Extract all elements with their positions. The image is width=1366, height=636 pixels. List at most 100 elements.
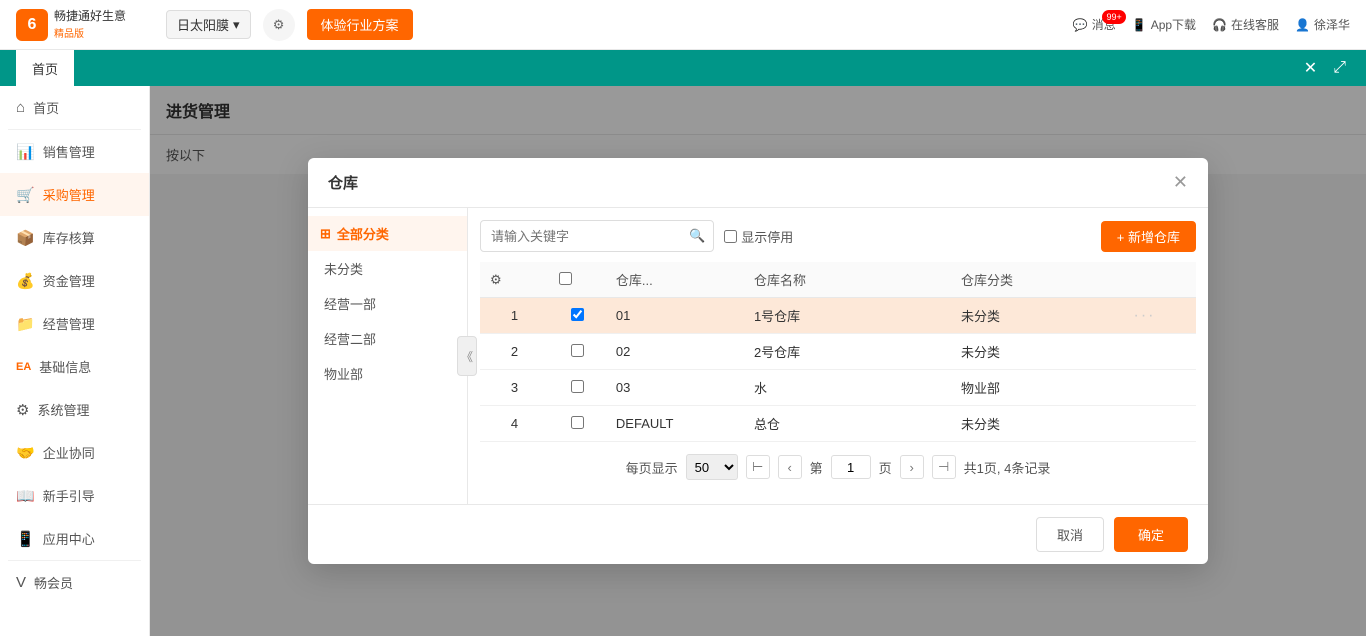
- row-code: 02: [606, 334, 744, 370]
- sidebar-item-guide[interactable]: 📖 新手引导: [0, 474, 149, 517]
- sidebar-label-operations: 经营管理: [43, 314, 95, 333]
- total-info: 共1页, 4条记录: [964, 458, 1051, 477]
- row-more-icon[interactable]: ···: [1134, 307, 1156, 324]
- sidebar-item-home[interactable]: ⌂ 首页: [0, 86, 149, 129]
- category-item-ops1[interactable]: 经营一部: [308, 286, 467, 321]
- category-all-label: 全部分类: [337, 224, 389, 243]
- category-item-uncategorized[interactable]: 未分类: [308, 251, 467, 286]
- branch-name: 日太阳膜: [177, 15, 229, 34]
- trial-button[interactable]: 体验行业方案: [307, 9, 413, 40]
- enterprise-icon: 🤝: [16, 444, 35, 462]
- warehouse-table: ⚙ 仓库... 仓库名称 仓库分类: [480, 262, 1196, 442]
- th-category: 仓库分类: [951, 262, 1124, 298]
- table-header-row: ⚙ 仓库... 仓库名称 仓库分类: [480, 262, 1196, 298]
- page-input[interactable]: [831, 455, 871, 479]
- category-item-property[interactable]: 物业部: [308, 356, 467, 391]
- chevron-down-icon: ▾: [233, 17, 240, 33]
- sidebar: ⌂ 首页 📊 销售管理 🛒 采购管理 📦 库存核算 💰 资金管理 📁 经营管理 …: [0, 86, 150, 636]
- row-checkbox[interactable]: [571, 308, 584, 321]
- sidebar-item-basic-info[interactable]: EA 基础信息: [0, 345, 149, 388]
- row-actions: [1124, 406, 1197, 442]
- row-name: 总仓: [744, 406, 951, 442]
- sidebar-item-sales[interactable]: 📊 销售管理: [0, 130, 149, 173]
- sales-icon: 📊: [16, 143, 35, 161]
- sidebar-item-operations[interactable]: 📁 经营管理: [0, 302, 149, 345]
- row-checkbox[interactable]: [571, 416, 584, 429]
- sidebar-label-home: 首页: [33, 98, 59, 117]
- top-header: 6 畅捷通好生意 精品版 日太阳膜 ▾ ⚙ 体验行业方案 💬 消息 99+ 📱 …: [0, 0, 1366, 50]
- search-input[interactable]: [481, 229, 681, 244]
- row-checkbox[interactable]: [571, 344, 584, 357]
- table-row[interactable]: 1 01 1号仓库 未分类 ···: [480, 298, 1196, 334]
- sidebar-item-apps[interactable]: 📱 应用中心: [0, 517, 149, 560]
- sidebar-item-inventory[interactable]: 📦 库存核算: [0, 216, 149, 259]
- row-index: 4: [480, 406, 549, 442]
- modal-overlay: 仓库 ✕ ⊞ 全部分类 未分类 经营一部 经营二部 物业部: [150, 86, 1366, 636]
- th-checkbox: [549, 262, 606, 298]
- select-all-checkbox[interactable]: [559, 272, 572, 285]
- main-content: 进货管理 按以下 仓库 ✕ ⊞ 全部分类: [150, 86, 1366, 636]
- new-warehouse-button[interactable]: + 新增仓库: [1101, 221, 1196, 252]
- vip-icon: V: [16, 574, 26, 591]
- sidebar-item-enterprise[interactable]: 🤝 企业协同: [0, 431, 149, 474]
- first-page-button[interactable]: ⊢: [746, 455, 770, 479]
- tab-home[interactable]: 首页: [16, 50, 74, 86]
- row-checkbox-cell: [549, 298, 606, 334]
- show-disabled-label: 显示停用: [724, 227, 793, 246]
- th-name: 仓库名称: [744, 262, 951, 298]
- app-download-button[interactable]: 📱 App下载: [1132, 16, 1196, 33]
- sidebar-label-basic-info: 基础信息: [39, 357, 91, 376]
- category-all[interactable]: ⊞ 全部分类: [308, 216, 467, 251]
- confirm-button[interactable]: 确定: [1114, 517, 1188, 552]
- close-icon[interactable]: ✕: [1300, 54, 1321, 82]
- row-code: 03: [606, 370, 744, 406]
- table-row[interactable]: 3 03 水 物业部: [480, 370, 1196, 406]
- user-menu[interactable]: 👤 徐泽华: [1295, 16, 1350, 33]
- user-name: 徐泽华: [1314, 16, 1350, 33]
- branch-selector[interactable]: 日太阳膜 ▾: [166, 10, 251, 39]
- row-checkbox-cell: [549, 406, 606, 442]
- prev-page-button[interactable]: ‹: [778, 455, 802, 479]
- message-button[interactable]: 💬 消息 99+: [1073, 16, 1116, 33]
- per-page-select[interactable]: 50 20 100: [686, 454, 738, 480]
- mobile-icon: 📱: [1132, 18, 1147, 32]
- per-page-label: 每页显示: [626, 458, 678, 477]
- modal-close-button[interactable]: ✕: [1173, 172, 1188, 193]
- sidebar-item-vip[interactable]: V 畅会员: [0, 561, 149, 604]
- sidebar-label-sales: 销售管理: [43, 142, 95, 161]
- home-icon: ⌂: [16, 99, 25, 116]
- settings-icon[interactable]: ⚙: [263, 9, 295, 41]
- sidebar-item-finance[interactable]: 💰 资金管理: [0, 259, 149, 302]
- page-label: 第: [810, 458, 823, 477]
- th-code: 仓库...: [606, 262, 744, 298]
- sub-header-right: ✕ ⤢: [1300, 54, 1350, 82]
- table-row[interactable]: 2 02 2号仓库 未分类: [480, 334, 1196, 370]
- collapse-panel-button[interactable]: 《: [457, 336, 477, 376]
- row-checkbox[interactable]: [571, 380, 584, 393]
- operations-icon: 📁: [16, 315, 35, 333]
- row-index: 1: [480, 298, 549, 334]
- next-page-button[interactable]: ›: [900, 455, 924, 479]
- online-service-button[interactable]: 🎧 在线客服: [1212, 16, 1279, 33]
- logo-icon: 6: [16, 9, 48, 41]
- category-item-ops2[interactable]: 经营二部: [308, 321, 467, 356]
- table-row[interactable]: 4 DEFAULT 总仓 未分类: [480, 406, 1196, 442]
- search-icon[interactable]: 🔍: [681, 228, 713, 244]
- table-toolbar: 🔍 显示停用 + 新增仓库: [480, 220, 1196, 252]
- row-actions: [1124, 334, 1197, 370]
- modal-header: 仓库 ✕: [308, 158, 1208, 208]
- header-mid: 日太阳膜 ▾ ⚙ 体验行业方案: [166, 9, 1073, 41]
- row-category: 未分类: [951, 406, 1124, 442]
- show-disabled-checkbox[interactable]: [724, 230, 737, 243]
- logo-name: 畅捷通好生意: [54, 9, 126, 25]
- finance-icon: 💰: [16, 272, 35, 290]
- expand-icon[interactable]: ⤢: [1329, 55, 1350, 81]
- sub-header: 首页 ✕ ⤢: [0, 50, 1366, 86]
- row-index: 3: [480, 370, 549, 406]
- cancel-button[interactable]: 取消: [1036, 517, 1104, 552]
- sidebar-item-purchase[interactable]: 🛒 采购管理: [0, 173, 149, 216]
- last-page-button[interactable]: ⊣: [932, 455, 956, 479]
- basic-info-icon: EA: [16, 361, 31, 373]
- sidebar-item-system[interactable]: ⚙ 系统管理: [0, 388, 149, 431]
- main-layout: ⌂ 首页 📊 销售管理 🛒 采购管理 📦 库存核算 💰 资金管理 📁 经营管理 …: [0, 86, 1366, 636]
